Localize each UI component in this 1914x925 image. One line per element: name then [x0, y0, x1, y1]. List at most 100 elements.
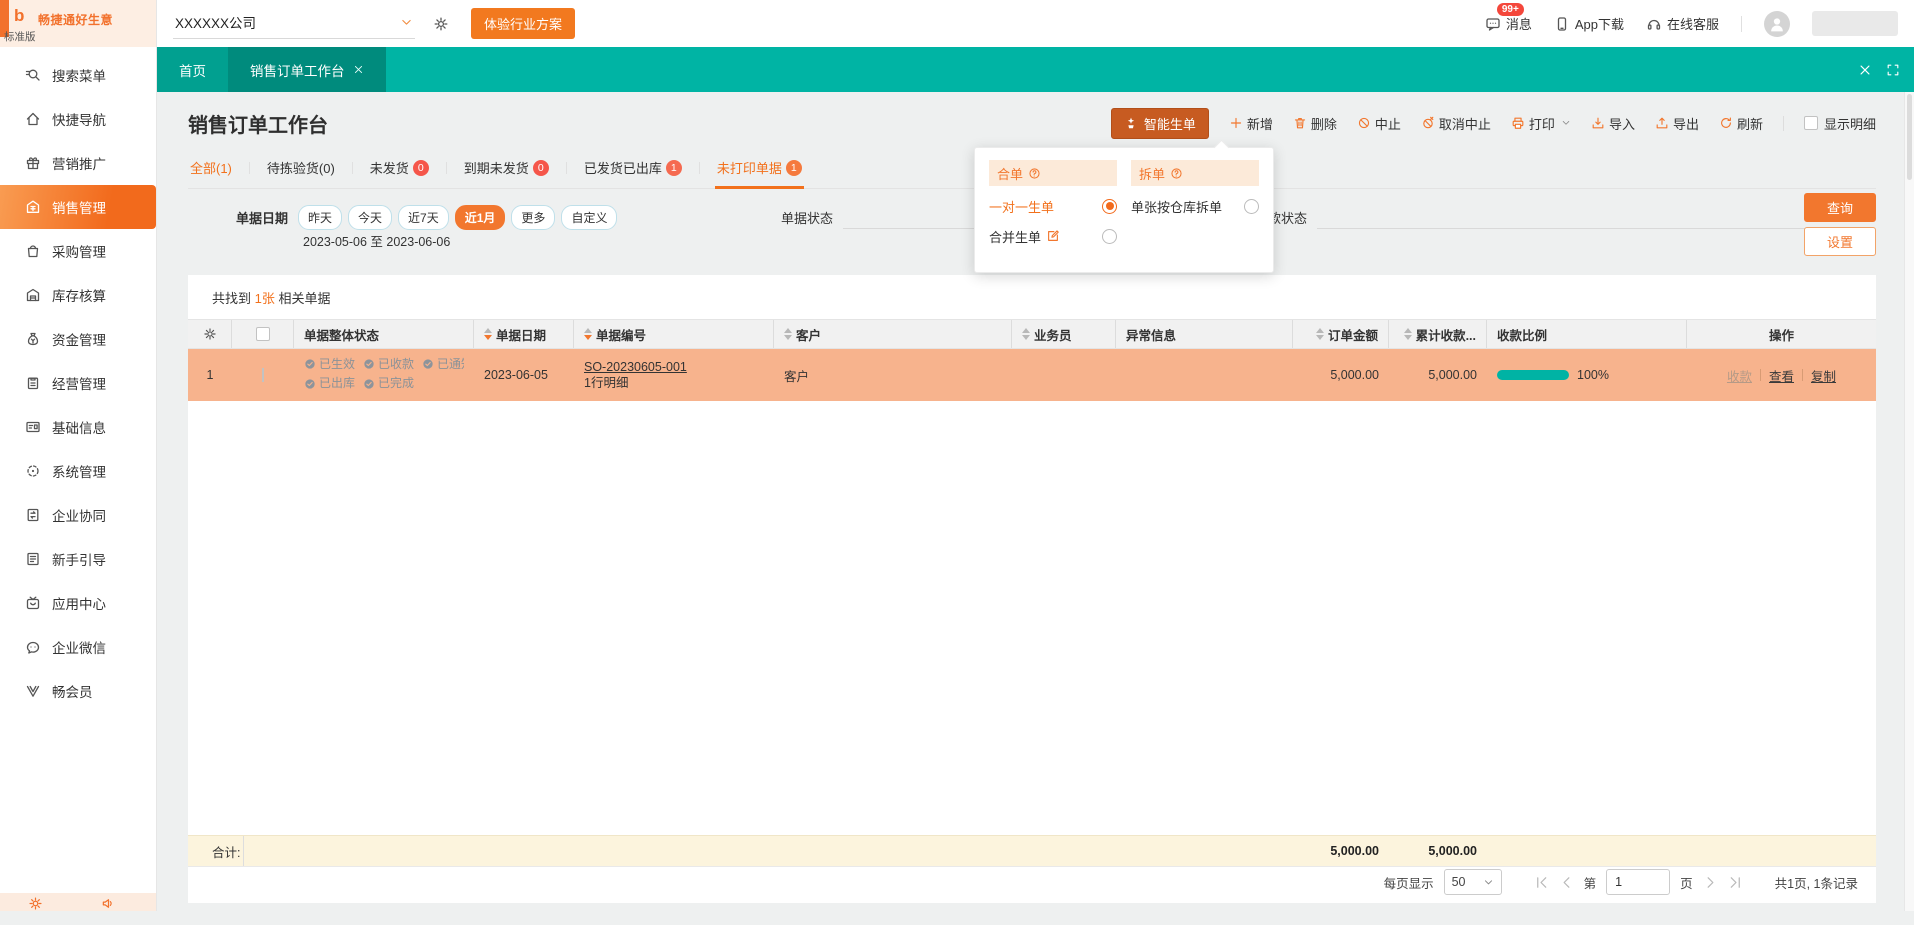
sidebar-item-label: 库存核算 [52, 289, 106, 304]
prev-page-icon[interactable] [1559, 875, 1574, 890]
sidebar-item-基础信息[interactable]: 基础信息 [0, 405, 156, 449]
column-header-收款比例[interactable]: 收款比例 [1487, 320, 1687, 348]
toolbar-button-导入[interactable]: 导入 [1591, 114, 1635, 133]
radio-合并生单[interactable] [1102, 228, 1117, 244]
toolbar-button-中止[interactable]: 中止 [1357, 114, 1401, 133]
sidebar-item-销售管理[interactable]: 销售管理 [0, 185, 156, 229]
sidebar-item-快捷导航[interactable]: 快捷导航 [0, 97, 156, 141]
next-page-icon[interactable] [1703, 875, 1718, 890]
order-number-link[interactable]: SO-20230605-001 [584, 359, 764, 375]
scrollbar-track[interactable] [1904, 92, 1914, 911]
scrollbar-thumb[interactable] [1907, 94, 1912, 180]
sidebar-item-系统管理[interactable]: 系统管理 [0, 449, 156, 493]
close-icon[interactable] [1858, 63, 1872, 77]
speaker-icon[interactable] [101, 896, 116, 911]
fullscreen-icon[interactable] [1886, 63, 1900, 77]
sidebar-item-采购管理[interactable]: 采购管理 [0, 229, 156, 273]
date-pill-更多[interactable]: 更多 [511, 205, 556, 230]
sort-control[interactable] [784, 328, 792, 340]
row-action-查看[interactable]: 查看 [1769, 366, 1794, 385]
date-pill-近7天[interactable]: 近7天 [398, 205, 449, 230]
date-pill-自定义[interactable]: 自定义 [561, 205, 618, 230]
column-header-累计收款...[interactable]: 累计收款... [1389, 320, 1487, 348]
gear-icon[interactable] [203, 327, 217, 341]
window-tab-销售订单工作台[interactable]: 销售订单工作台 [228, 47, 386, 92]
app-download-button[interactable]: App下载 [1554, 14, 1624, 33]
toolbar-button-删除[interactable]: 删除 [1293, 114, 1337, 133]
status-tab-全部(1)[interactable]: 全部(1) [188, 158, 234, 188]
toolbar-button-刷新[interactable]: 刷新 [1719, 114, 1763, 133]
column-header-label: 异常信息 [1126, 328, 1177, 343]
sidebar-item-新手引导[interactable]: 新手引导 [0, 537, 156, 581]
smart-generate-button[interactable]: 智能生单 [1110, 107, 1209, 139]
avatar[interactable] [1764, 10, 1790, 37]
sort-control[interactable] [1403, 328, 1412, 340]
status-tab-未打印单据[interactable]: 未打印单据 1 [714, 158, 804, 189]
company-select[interactable]: XXXXXX公司 [173, 8, 415, 39]
sort-control[interactable] [484, 328, 492, 340]
popup-option-单张按仓库拆单[interactable]: 单张按仓库拆单 [1131, 196, 1259, 216]
radio-一对一生单[interactable] [1102, 198, 1117, 214]
per-page-select[interactable]: 50 [1443, 869, 1502, 895]
column-settings-header[interactable] [188, 320, 232, 348]
settings-button[interactable]: 设置 [1804, 227, 1876, 256]
table-row[interactable]: 1 已生效已收款已通知已出库已完成 2023-06-05 SO-20230605-00… [188, 349, 1876, 401]
sidebar-item-企业微信[interactable]: 企业微信 [0, 625, 156, 669]
column-header-操作[interactable]: 操作 [1687, 320, 1876, 348]
date-pill-昨天[interactable]: 昨天 [298, 205, 343, 230]
popup-option-合并生单[interactable]: 合并生单 [989, 226, 1117, 246]
status-tab-待拣验货(0)[interactable]: 待拣验货(0) [265, 158, 337, 188]
messages-button[interactable]: 99+ 消息 [1485, 3, 1532, 33]
sort-control[interactable] [584, 328, 592, 340]
column-header-异常信息[interactable]: 异常信息 [1116, 320, 1293, 348]
sidebar-item-企业协同[interactable]: 企业协同 [0, 493, 156, 537]
first-page-icon[interactable] [1534, 875, 1549, 890]
date-pill-近1月[interactable]: 近1月 [454, 205, 506, 230]
select-all-checkbox[interactable] [255, 327, 270, 341]
last-page-icon[interactable] [1728, 875, 1743, 890]
help-icon[interactable] [1170, 167, 1183, 180]
status-tab-未发货[interactable]: 未发货 0 [368, 158, 431, 188]
row-checkbox[interactable] [262, 368, 264, 382]
sidebar-item-库存核算[interactable]: 库存核算 [0, 273, 156, 317]
column-header-单据日期[interactable]: 单据日期 [474, 320, 574, 348]
sidebar-item-搜索菜单[interactable]: 搜索菜单 [0, 53, 156, 97]
sidebar-item-畅会员[interactable]: 畅会员 [0, 669, 156, 713]
toolbar-button-取消中止[interactable]: 取消中止 [1421, 114, 1491, 133]
toolbar-button-打印[interactable]: 打印 [1511, 114, 1571, 133]
sidebar-item-应用中心[interactable]: 应用中心 [0, 581, 156, 625]
support-label: 在线客服 [1666, 17, 1719, 32]
row-action-收款[interactable]: 收款 [1727, 366, 1752, 385]
gear-icon[interactable] [433, 16, 449, 32]
column-header-单据整体状态[interactable]: 单据整体状态 [294, 320, 474, 348]
column-header-客户[interactable]: 客户 [774, 320, 1012, 348]
column-header-订单金额[interactable]: 订单金额 [1293, 320, 1389, 348]
radio-单张按仓库拆单[interactable] [1244, 198, 1259, 214]
sort-control[interactable] [1022, 328, 1030, 340]
toolbar-button-导出[interactable]: 导出 [1655, 114, 1699, 133]
online-support-button[interactable]: 在线客服 [1646, 14, 1719, 33]
help-icon[interactable] [1028, 167, 1041, 180]
close-icon[interactable] [353, 64, 364, 75]
sidebar-item-营销推广[interactable]: 营销推广 [0, 141, 156, 185]
page-number-input[interactable]: 1 [1606, 869, 1671, 895]
date-pill-今天[interactable]: 今天 [348, 205, 393, 230]
status-tab-已发货已出库[interactable]: 已发货已出库 1 [582, 158, 684, 188]
column-header-业务员[interactable]: 业务员 [1012, 320, 1116, 348]
gear-icon[interactable] [28, 896, 43, 911]
sort-control[interactable] [1315, 328, 1324, 340]
show-detail-checkbox[interactable] [1803, 116, 1818, 130]
show-detail-toggle[interactable]: 显示明细 [1803, 114, 1876, 133]
sidebar-item-经营管理[interactable]: 经营管理 [0, 361, 156, 405]
sidebar-item-资金管理[interactable]: 资金管理 [0, 317, 156, 361]
column-header-单据编号[interactable]: 单据编号 [574, 320, 774, 348]
popup-option-一对一生单[interactable]: 一对一生单 [989, 196, 1117, 216]
toolbar-button-新增[interactable]: 新增 [1229, 114, 1273, 133]
window-tab-首页[interactable]: 首页 [157, 47, 228, 92]
industry-solution-button[interactable]: 体验行业方案 [471, 8, 576, 39]
row-action-复制[interactable]: 复制 [1811, 366, 1836, 385]
query-button[interactable]: 查询 [1804, 193, 1876, 222]
edit-icon[interactable] [1046, 229, 1060, 243]
payment-status-input[interactable] [1317, 205, 1836, 229]
status-tab-到期未发货[interactable]: 到期未发货 0 [462, 158, 551, 188]
